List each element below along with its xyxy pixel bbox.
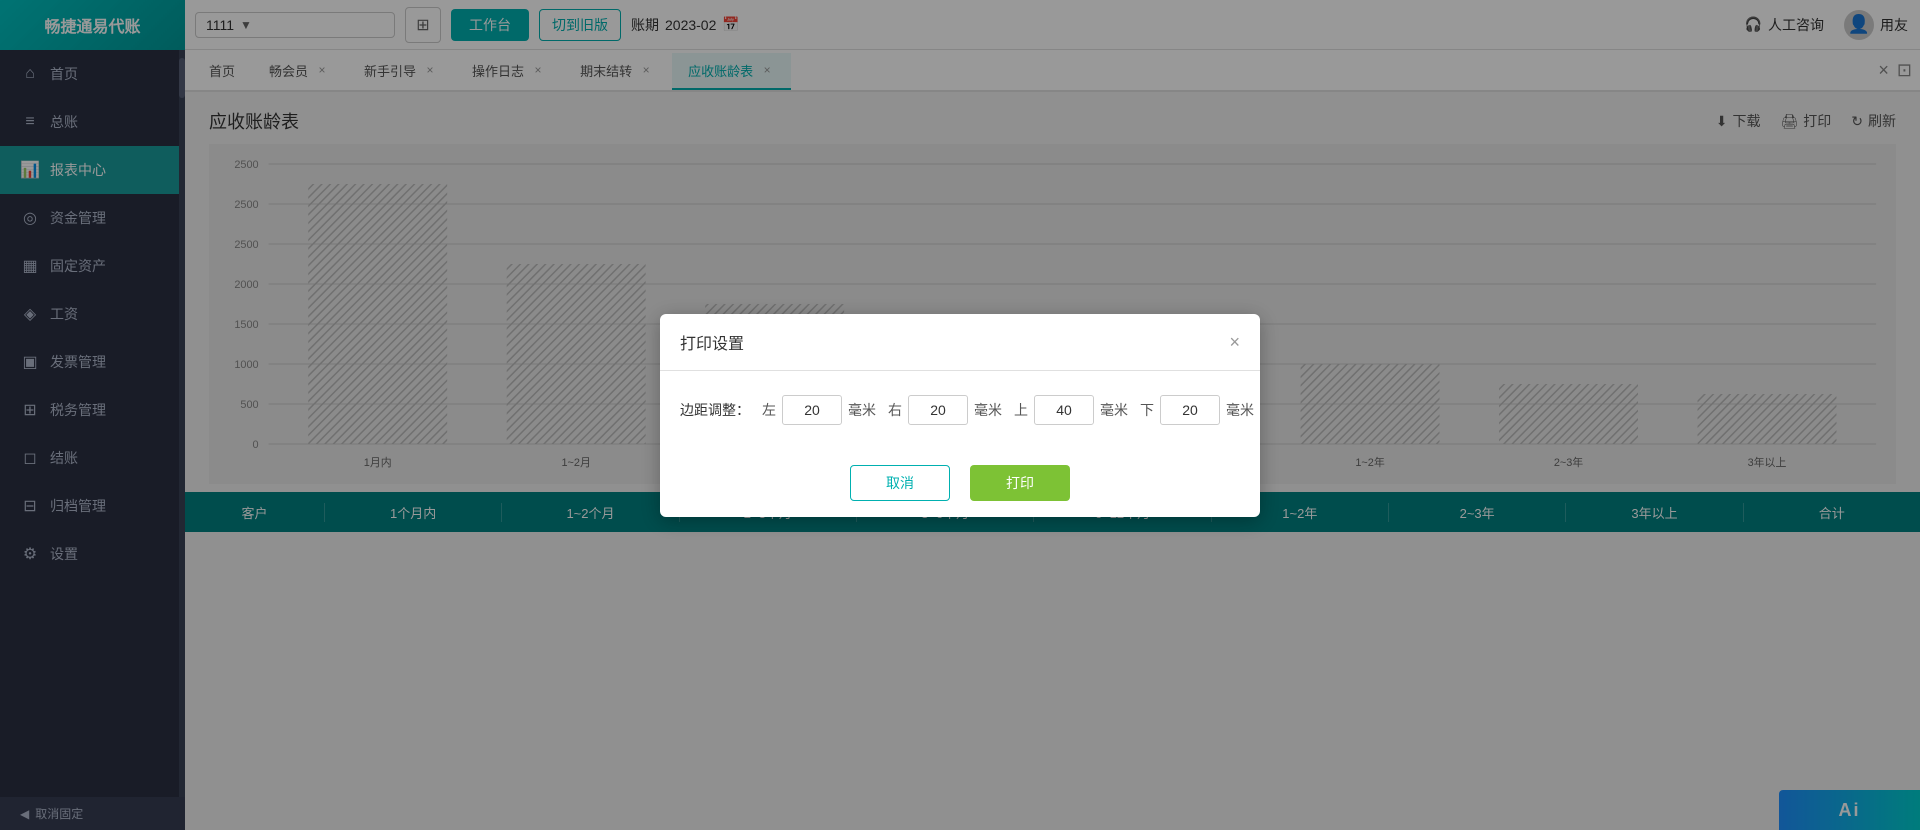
left-label: 左 [762,400,776,420]
margin-left-group: 左 毫米 [762,395,876,425]
left-margin-input[interactable] [782,395,842,425]
confirm-print-button[interactable]: 打印 [970,465,1070,501]
right-margin-input[interactable] [908,395,968,425]
bottom-margin-input[interactable] [1160,395,1220,425]
cancel-button[interactable]: 取消 [850,465,950,501]
top-unit: 毫米 [1100,400,1128,420]
modal-body: 边距调整： 左 毫米 右 毫米 上 毫米 下 [660,371,1260,449]
bottom-label: 下 [1140,400,1154,420]
right-label: 右 [888,400,902,420]
modal-close-button[interactable]: × [1229,333,1240,351]
margin-bottom-group: 下 毫米 [1140,395,1254,425]
margin-row: 边距调整： 左 毫米 右 毫米 上 毫米 下 [680,395,1240,425]
margin-label: 边距调整： [680,400,750,420]
left-unit: 毫米 [848,400,876,420]
modal-footer: 取消 打印 [660,449,1260,517]
margin-top-group: 上 毫米 [1014,395,1128,425]
bottom-unit: 毫米 [1226,400,1254,420]
top-label: 上 [1014,400,1028,420]
right-unit: 毫米 [974,400,1002,420]
top-margin-input[interactable] [1034,395,1094,425]
margin-right-group: 右 毫米 [888,395,1002,425]
modal-title: 打印设置 [680,330,744,354]
print-settings-modal: 打印设置 × 边距调整： 左 毫米 右 毫米 上 毫米 [660,314,1260,517]
modal-overlay: 打印设置 × 边距调整： 左 毫米 右 毫米 上 毫米 [0,0,1920,830]
modal-header: 打印设置 × [660,314,1260,371]
